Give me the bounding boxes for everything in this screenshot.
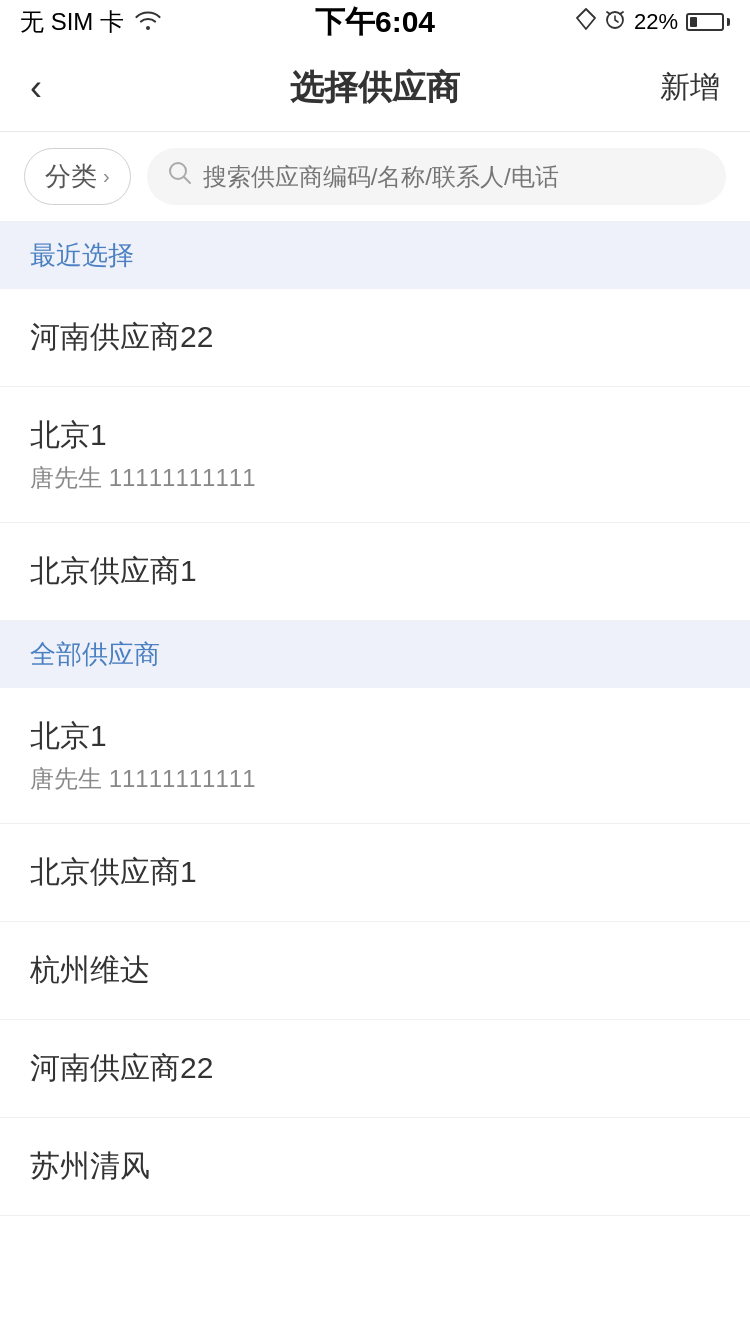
recent-list-item[interactable]: 河南供应商22 — [0, 289, 750, 387]
recent-list-item[interactable]: 北京1 唐先生 11111111111 — [0, 387, 750, 523]
all-section-header: 全部供应商 — [0, 621, 750, 688]
item-name: 河南供应商22 — [30, 317, 720, 358]
item-sub: 唐先生 11111111111 — [30, 763, 720, 795]
item-name: 北京1 — [30, 716, 720, 757]
nav-bar: ‹ 选择供应商 新增 — [0, 44, 750, 132]
all-list-item[interactable]: 北京1 唐先生 11111111111 — [0, 688, 750, 824]
all-list-item[interactable]: 河南供应商22 — [0, 1020, 750, 1118]
all-list-item[interactable]: 苏州清风 — [0, 1118, 750, 1216]
search-box[interactable] — [147, 148, 726, 205]
carrier-text: 无 SIM 卡 — [20, 6, 124, 38]
recent-items-list: 河南供应商22 北京1 唐先生 11111111111 北京供应商1 — [0, 289, 750, 621]
battery-text: 22% — [634, 9, 678, 35]
battery-icon — [686, 13, 730, 31]
recent-section-header: 最近选择 — [0, 222, 750, 289]
item-name: 北京供应商1 — [30, 551, 720, 592]
item-name: 杭州维达 — [30, 950, 720, 991]
item-name: 河南供应商22 — [30, 1048, 720, 1089]
recent-list-item[interactable]: 北京供应商1 — [0, 523, 750, 621]
category-button[interactable]: 分类 › — [24, 148, 131, 205]
page-title: 选择供应商 — [290, 65, 460, 111]
time-display: 下午6:04 — [315, 2, 435, 43]
all-items-list: 北京1 唐先生 11111111111 北京供应商1 杭州维达河南供应商22 苏州清风 — [0, 688, 750, 1216]
category-label: 分类 — [45, 159, 97, 194]
back-button[interactable]: ‹ — [30, 67, 90, 109]
all-header-text: 全部供应商 — [30, 639, 160, 669]
filter-bar: 分类 › — [0, 132, 750, 222]
location-icon — [576, 8, 596, 36]
wifi-icon — [134, 8, 162, 36]
all-list-item[interactable]: 杭州维达 — [0, 922, 750, 1020]
chevron-right-icon: › — [103, 165, 110, 188]
status-left: 无 SIM 卡 — [20, 6, 162, 38]
item-name: 苏州清风 — [30, 1146, 720, 1187]
status-right: 22% — [576, 8, 730, 36]
alarm-icon — [604, 8, 626, 36]
item-name: 北京供应商1 — [30, 852, 720, 893]
item-sub: 唐先生 11111111111 — [30, 462, 720, 494]
search-icon — [167, 160, 193, 193]
item-name: 北京1 — [30, 415, 720, 456]
recent-header-text: 最近选择 — [30, 240, 134, 270]
add-button[interactable]: 新增 — [660, 67, 720, 108]
all-list-item[interactable]: 北京供应商1 — [0, 824, 750, 922]
search-input[interactable] — [203, 163, 706, 191]
status-bar: 无 SIM 卡 下午6:04 22% — [0, 0, 750, 44]
